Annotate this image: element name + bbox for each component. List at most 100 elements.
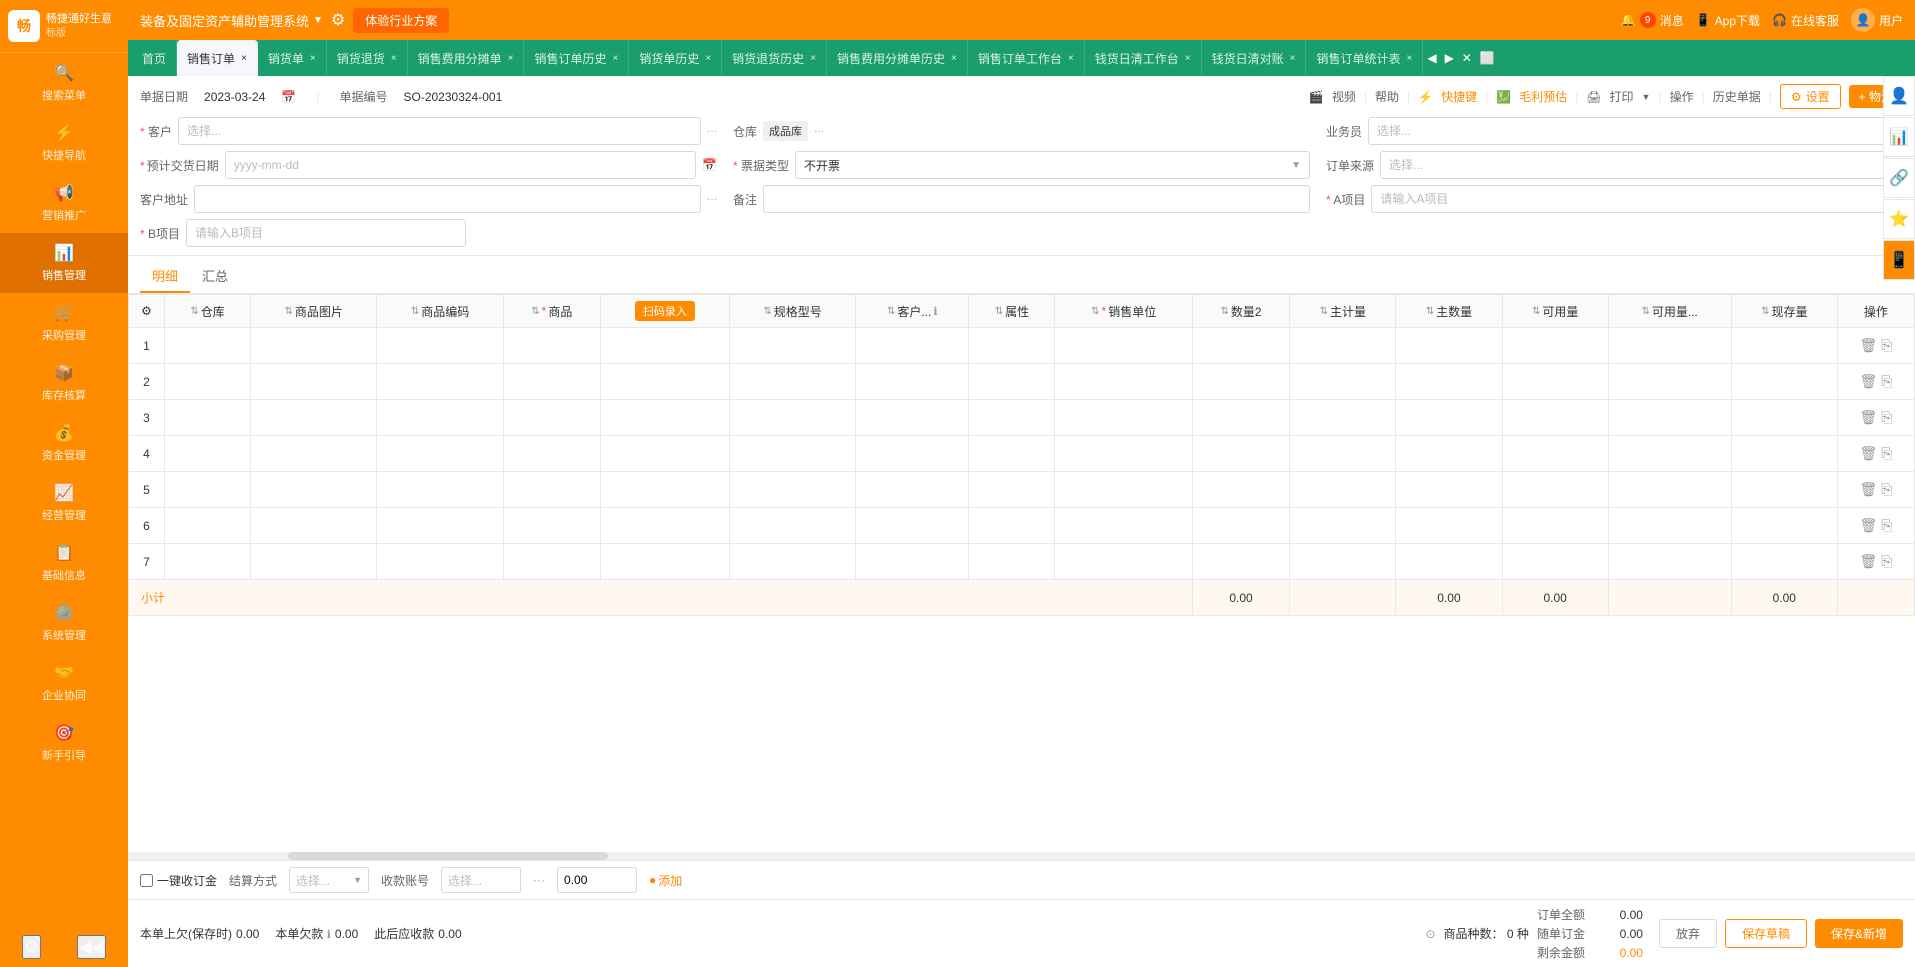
scan-btn[interactable]: 扫码录入 <box>635 301 695 321</box>
row-delete-btn[interactable]: 🗑 <box>1859 337 1877 354</box>
warehouse-ellipsis-icon[interactable]: ··· <box>814 126 824 137</box>
view-icon[interactable]: 🎬 <box>1309 90 1324 104</box>
tab-expense-split[interactable]: 销售费用分摊单 × <box>408 40 525 76</box>
account-ellipsis[interactable]: ··· <box>533 873 545 887</box>
profit-btn[interactable]: 毛利预估 <box>1519 88 1567 105</box>
app-download-btn[interactable]: 📱 App下载 <box>1696 12 1760 29</box>
th-scan[interactable]: 扫码录入 <box>600 295 729 328</box>
sidebar-item-search[interactable]: 🔍 搜索菜单 <box>0 53 128 113</box>
row-copy-btn[interactable]: ⎘ <box>1881 409 1892 426</box>
tab-sales-order[interactable]: 销售订单 × <box>177 40 258 76</box>
sidebar-item-sales[interactable]: 📊 销售管理 <box>0 233 128 293</box>
address-input[interactable] <box>194 185 701 213</box>
row-delete-btn[interactable]: 🗑 <box>1859 517 1877 534</box>
sidebar-item-quicknav[interactable]: ⚡ 快捷导航 <box>0 113 128 173</box>
tab-close-all[interactable]: ✕ <box>1458 51 1476 65</box>
payment-amount-input[interactable] <box>557 867 637 893</box>
tab-scroll-left[interactable]: ◀ <box>1423 51 1440 65</box>
tab-close-icon[interactable]: × <box>391 53 397 64</box>
row-delete-btn[interactable]: 🗑 <box>1859 373 1877 390</box>
tab-close-icon[interactable]: × <box>1068 53 1074 64</box>
tab-home[interactable]: 首页 <box>132 40 177 76</box>
print-btn[interactable]: 打印 <box>1610 88 1634 105</box>
right-sidebar-btn-2[interactable]: 📊 <box>1883 117 1915 157</box>
view-label[interactable]: 视频 <box>1332 88 1356 105</box>
th-available[interactable]: ⇅可用量 <box>1502 295 1608 328</box>
sidebar-item-base[interactable]: 📋 基础信息 <box>0 533 128 593</box>
auto-collect-checkbox[interactable]: 一键收订金 <box>140 872 217 889</box>
auto-collect-input[interactable] <box>140 874 153 887</box>
tab-close-icon[interactable]: × <box>1290 53 1296 64</box>
row-delete-btn[interactable]: 🗑 <box>1859 445 1877 462</box>
tab-close-icon[interactable]: × <box>951 53 957 64</box>
tab-sale-slip[interactable]: 销货单 × <box>258 40 327 76</box>
a-project-input[interactable] <box>1371 185 1903 213</box>
tab-expand-icon[interactable]: ⬜ <box>1476 51 1499 65</box>
tab-close-icon[interactable]: × <box>705 53 711 64</box>
address-ellipsis-icon[interactable]: ··· <box>707 194 717 205</box>
th-available2[interactable]: ⇅可用量... <box>1608 295 1731 328</box>
tab-cash-reconcile[interactable]: 钱货日清对账 × <box>1202 40 1307 76</box>
delivery-calendar-icon[interactable]: 📅 <box>702 158 717 172</box>
online-service-btn[interactable]: 🎧 在线客服 <box>1772 12 1839 29</box>
delivery-input[interactable] <box>225 151 696 179</box>
tab-detail[interactable]: 明细 <box>140 260 190 293</box>
sidebar-settings-btn[interactable]: ⚙ <box>22 935 40 959</box>
help-btn[interactable]: 帮助 <box>1375 88 1399 105</box>
calendar-icon[interactable]: 📅 <box>281 90 296 104</box>
tab-sale-return[interactable]: 销货退货 × <box>327 40 408 76</box>
tab-expense-history[interactable]: 销售费用分摊单历史 × <box>827 40 968 76</box>
tab-sales-report[interactable]: 销售订单统计表 × <box>1306 40 1423 76</box>
tab-summary[interactable]: 汇总 <box>190 260 240 293</box>
tab-sales-history[interactable]: 销售订单历史 × <box>524 40 629 76</box>
sidebar-item-enterprise[interactable]: 🤝 企业协同 <box>0 653 128 713</box>
customer-ellipsis-icon[interactable]: ··· <box>707 126 717 137</box>
history-btn[interactable]: 历史单据 <box>1713 88 1761 105</box>
th-image[interactable]: ⇅商品图片 <box>251 295 377 328</box>
print-chevron-icon[interactable]: ▼ <box>1642 92 1651 102</box>
th-main-unit[interactable]: ⇅主计量 <box>1290 295 1396 328</box>
row-copy-btn[interactable]: ⎘ <box>1881 337 1892 354</box>
setup-button[interactable]: ⚙ 设置 <box>1780 84 1841 109</box>
row-copy-btn[interactable]: ⎘ <box>1881 445 1892 462</box>
sidebar-item-operation[interactable]: 📈 经营管理 <box>0 473 128 533</box>
row-copy-btn[interactable]: ⎘ <box>1881 373 1892 390</box>
operation-btn[interactable]: 操作 <box>1670 88 1694 105</box>
payment-method-chevron[interactable]: ▼ <box>353 875 362 885</box>
staff-input[interactable] <box>1368 117 1887 145</box>
sidebar-collapse-btn[interactable]: ◀◀ <box>77 935 106 959</box>
right-sidebar-btn-1[interactable]: 👤 <box>1883 76 1915 116</box>
tab-close-icon[interactable]: × <box>241 53 247 64</box>
tab-scroll-right[interactable]: ▶ <box>1441 51 1458 65</box>
right-sidebar-btn-5[interactable]: 📱 <box>1883 240 1915 280</box>
th-product-code[interactable]: ⇅商品编码 <box>377 295 503 328</box>
th-spec[interactable]: ⇅规格型号 <box>729 295 855 328</box>
right-sidebar-btn-4[interactable]: ⭐ <box>1883 199 1915 239</box>
tab-close-icon[interactable]: × <box>1406 53 1412 64</box>
sidebar-item-system[interactable]: ⚙️ 系统管理 <box>0 593 128 653</box>
add-payment-btn[interactable]: ● 添加 <box>649 872 682 889</box>
row-delete-btn[interactable]: 🗑 <box>1859 553 1877 570</box>
scrollbar-area[interactable] <box>128 852 1915 860</box>
tab-cash-workbench[interactable]: 钱货日清工作台 × <box>1085 40 1202 76</box>
tab-sales-workbench[interactable]: 销售订单工作台 × <box>968 40 1085 76</box>
sidebar-item-guide[interactable]: 🎯 新手引导 <box>0 713 128 773</box>
invoice-chevron-icon[interactable]: ▼ <box>1291 160 1301 171</box>
tab-return-history[interactable]: 销货退货历史 × <box>722 40 827 76</box>
row-copy-btn[interactable]: ⎘ <box>1881 553 1892 570</box>
discard-button[interactable]: 放弃 <box>1659 919 1717 948</box>
sidebar-item-marketing[interactable]: 📢 营销推广 <box>0 173 128 233</box>
th-product[interactable]: ⇅*商品 <box>503 295 600 328</box>
sidebar-item-finance[interactable]: 💰 资金管理 <box>0 413 128 473</box>
user-avatar[interactable]: 👤 用户 <box>1851 8 1903 32</box>
order-source-input[interactable] <box>1380 151 1887 179</box>
th-main-qty[interactable]: ⇅主数量 <box>1396 295 1502 328</box>
topbar-settings-icon[interactable]: ⚙ <box>331 10 345 30</box>
row-delete-btn[interactable]: 🗑 <box>1859 409 1877 426</box>
row-delete-btn[interactable]: 🗑 <box>1859 481 1877 498</box>
tab-close-icon[interactable]: × <box>810 53 816 64</box>
tab-close-icon[interactable]: × <box>612 53 618 64</box>
messages-btn[interactable]: 🔔 9 消息 <box>1621 12 1684 29</box>
save-draft-button[interactable]: 保存草稿 <box>1725 919 1807 948</box>
th-warehouse[interactable]: ⇅仓库 <box>165 295 251 328</box>
